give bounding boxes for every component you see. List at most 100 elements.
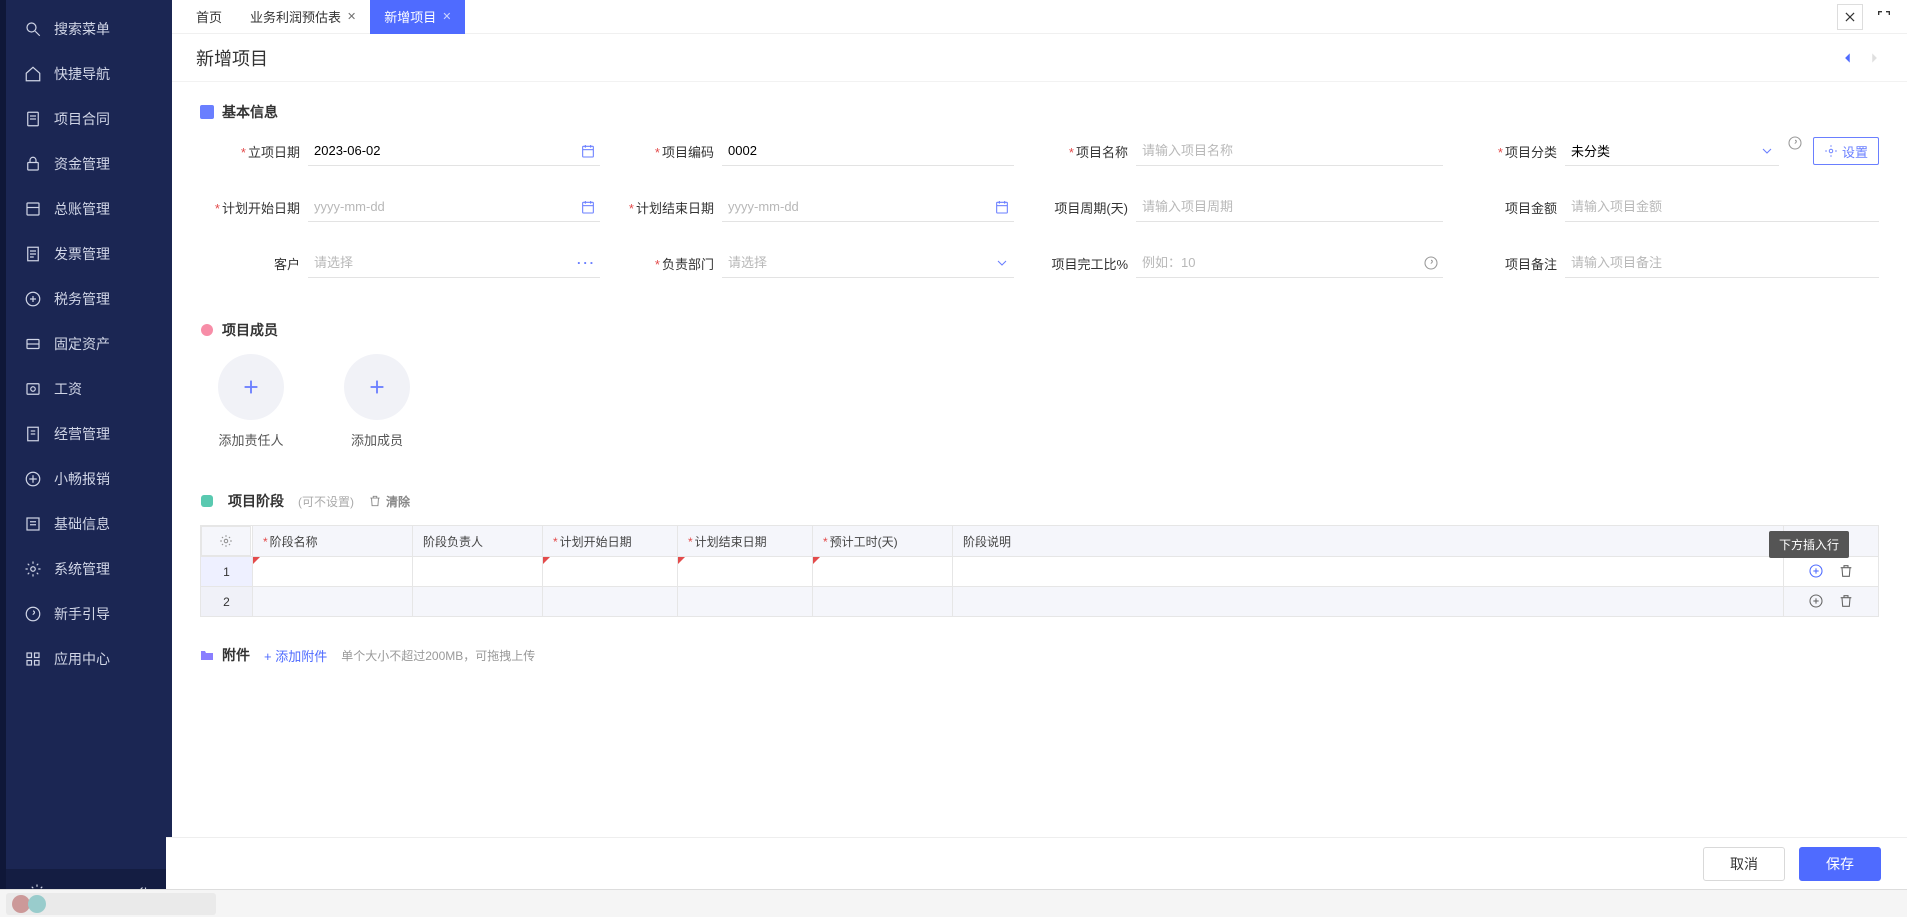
cancel-button[interactable]: 取消 bbox=[1703, 847, 1785, 881]
period-input[interactable] bbox=[1136, 192, 1443, 222]
apps-icon bbox=[24, 650, 42, 668]
sidebar-item-asset[interactable]: 固定资产 bbox=[6, 321, 172, 366]
search-icon bbox=[24, 20, 42, 38]
tab-label: 首页 bbox=[196, 7, 222, 26]
save-button[interactable]: 保存 bbox=[1799, 847, 1881, 881]
label-plan-start: 计划开始日期 bbox=[222, 201, 300, 216]
label-plan-end: 计划结束日期 bbox=[636, 201, 714, 216]
info-icon bbox=[24, 515, 42, 533]
sidebar-item-label: 快捷导航 bbox=[54, 64, 110, 84]
dept-select[interactable] bbox=[722, 248, 1014, 278]
more-icon[interactable]: ··· bbox=[577, 256, 596, 271]
col-stage-owner: 阶段负责人 bbox=[413, 526, 543, 557]
sidebar-item-guide[interactable]: 新手引导 bbox=[6, 591, 172, 636]
sidebar-item-label: 税务管理 bbox=[54, 289, 110, 309]
add-owner-button[interactable] bbox=[218, 354, 284, 420]
tab-new-project[interactable]: 新增项目 ✕ bbox=[370, 0, 465, 34]
delete-row-icon[interactable] bbox=[1836, 591, 1856, 611]
invoice-icon bbox=[24, 245, 42, 263]
sidebar-item-ledger[interactable]: 总账管理 bbox=[6, 186, 172, 231]
guide-icon bbox=[24, 605, 42, 623]
close-icon[interactable]: ✕ bbox=[347, 10, 356, 23]
sidebar-item-label: 新手引导 bbox=[54, 604, 110, 624]
calendar-icon[interactable] bbox=[994, 199, 1010, 215]
label-amount: 项目金额 bbox=[1505, 201, 1557, 216]
progress-input[interactable] bbox=[1136, 248, 1443, 278]
create-date-input[interactable] bbox=[308, 136, 600, 166]
sidebar-item-biz[interactable]: 经营管理 bbox=[6, 411, 172, 456]
section-basic-title: 基本信息 bbox=[200, 102, 1879, 122]
tab-label: 业务利润预估表 bbox=[250, 7, 341, 26]
plan-start-input[interactable] bbox=[308, 192, 600, 222]
sidebar: 搜索菜单 快捷导航 项目合同 资金管理 总账管理 发票管理 bbox=[6, 0, 172, 917]
add-attachment-button[interactable]: + 添加附件 bbox=[264, 646, 327, 665]
calendar-icon[interactable] bbox=[580, 199, 596, 215]
sidebar-item-tax[interactable]: 税务管理 bbox=[6, 276, 172, 321]
sidebar-item-label: 搜索菜单 bbox=[54, 19, 110, 39]
col-stage-end: 计划结束日期 bbox=[678, 526, 813, 557]
sidebar-item-fund[interactable]: 资金管理 bbox=[6, 141, 172, 186]
sidebar-item-label: 总账管理 bbox=[54, 199, 110, 219]
section-stages-title: 项目阶段 (可不设置) 清除 bbox=[200, 491, 1879, 511]
add-owner-label: 添加责任人 bbox=[218, 430, 283, 449]
category-select[interactable] bbox=[1565, 136, 1779, 166]
sidebar-item-system[interactable]: 系统管理 bbox=[6, 546, 172, 591]
insert-row-icon[interactable] bbox=[1806, 591, 1826, 611]
next-record-button bbox=[1865, 49, 1883, 67]
col-stage-hours: 预计工时(天) bbox=[813, 526, 953, 557]
calendar-icon[interactable] bbox=[580, 143, 596, 159]
sidebar-item-expense[interactable]: 小畅报销 bbox=[6, 456, 172, 501]
ledger-icon bbox=[24, 200, 42, 218]
sidebar-item-label: 小畅报销 bbox=[54, 469, 110, 489]
label-dept: 负责部门 bbox=[662, 257, 714, 272]
label-period: 项目周期(天) bbox=[1054, 201, 1128, 216]
tabs-fullscreen-button[interactable] bbox=[1871, 4, 1897, 30]
chevron-down-icon[interactable] bbox=[994, 255, 1010, 271]
tab-profit[interactable]: 业务利润预估表 ✕ bbox=[236, 0, 370, 34]
tabs-close-all-button[interactable] bbox=[1837, 4, 1863, 30]
project-name-input[interactable] bbox=[1136, 136, 1443, 166]
plan-end-input[interactable] bbox=[722, 192, 1014, 222]
stages-note: (可不设置) bbox=[298, 493, 354, 510]
sidebar-item-search[interactable]: 搜索菜单 bbox=[6, 6, 172, 51]
section-attachments-title: 附件 bbox=[200, 645, 250, 665]
delete-row-icon[interactable] bbox=[1836, 561, 1856, 581]
sidebar-item-apps[interactable]: 应用中心 bbox=[6, 636, 172, 681]
sidebar-item-label: 资金管理 bbox=[54, 154, 110, 174]
label-project-name: 项目名称 bbox=[1076, 145, 1128, 160]
sidebar-item-quicknav[interactable]: 快捷导航 bbox=[6, 51, 172, 96]
sidebar-item-salary[interactable]: 工资 bbox=[6, 366, 172, 411]
project-code-input[interactable] bbox=[722, 136, 1014, 166]
table-row[interactable]: 1 bbox=[201, 557, 1879, 587]
clear-stages-button[interactable]: 清除 bbox=[368, 493, 410, 510]
chevron-down-icon[interactable] bbox=[1759, 143, 1775, 159]
sidebar-item-info[interactable]: 基础信息 bbox=[6, 501, 172, 546]
section-members-title: 项目成员 bbox=[200, 320, 1879, 340]
customer-select[interactable] bbox=[308, 248, 600, 278]
tab-home[interactable]: 首页 bbox=[182, 0, 236, 34]
add-member-button[interactable] bbox=[344, 354, 410, 420]
col-stage-desc: 阶段说明 bbox=[953, 526, 1784, 557]
sidebar-item-label: 项目合同 bbox=[54, 109, 110, 129]
sidebar-item-label: 基础信息 bbox=[54, 514, 110, 534]
prev-record-button[interactable] bbox=[1839, 49, 1857, 67]
lock-icon bbox=[24, 155, 42, 173]
help-icon[interactable] bbox=[1787, 135, 1803, 151]
os-taskbar bbox=[0, 889, 1907, 917]
tab-label: 新增项目 bbox=[384, 7, 436, 26]
label-customer: 客户 bbox=[274, 257, 300, 272]
sidebar-item-contract[interactable]: 项目合同 bbox=[6, 96, 172, 141]
sidebar-item-invoice[interactable]: 发票管理 bbox=[6, 231, 172, 276]
category-settings-button[interactable]: 设置 bbox=[1813, 137, 1879, 165]
row-number: 2 bbox=[201, 587, 253, 617]
help-icon[interactable] bbox=[1423, 255, 1439, 271]
page-title: 新增项目 bbox=[196, 45, 268, 71]
tax-icon bbox=[24, 290, 42, 308]
close-icon[interactable]: ✕ bbox=[442, 10, 451, 23]
label-progress: 项目完工比% bbox=[1051, 257, 1128, 272]
table-row[interactable]: 2 bbox=[201, 587, 1879, 617]
gear-icon[interactable] bbox=[219, 534, 233, 548]
amount-input[interactable] bbox=[1565, 192, 1879, 222]
insert-row-icon[interactable] bbox=[1806, 561, 1826, 581]
remark-input[interactable] bbox=[1565, 248, 1879, 278]
